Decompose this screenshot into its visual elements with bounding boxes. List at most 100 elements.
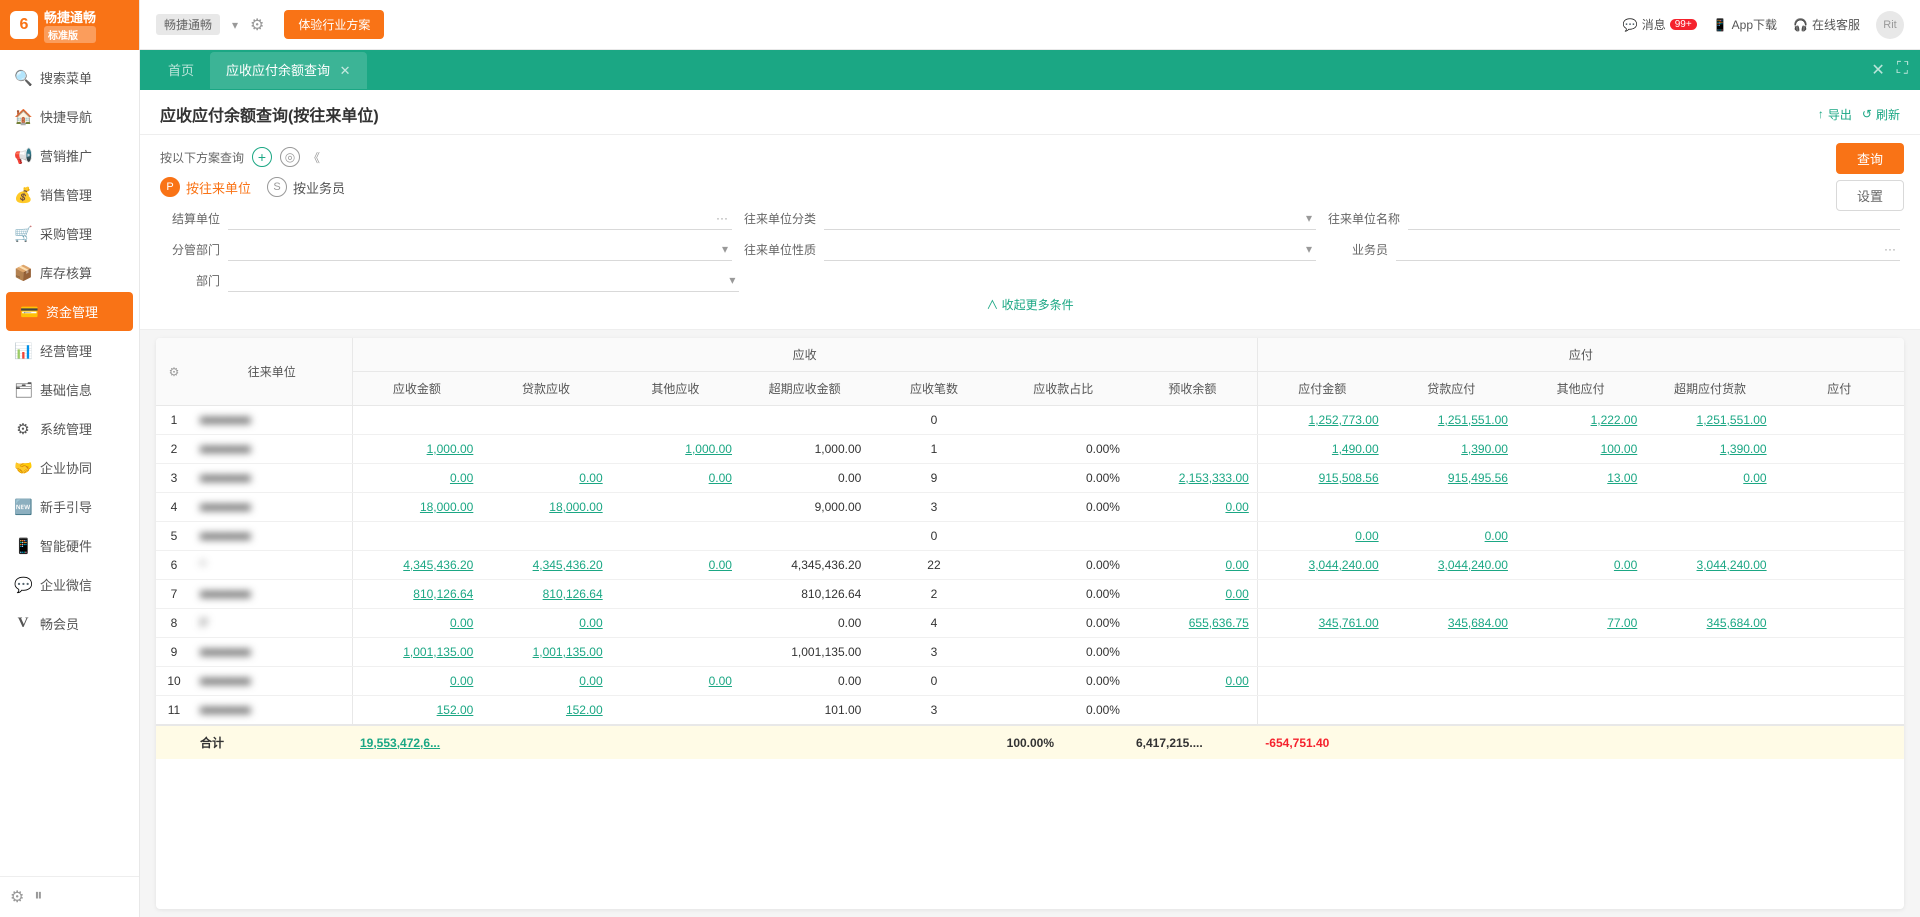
sidebar-item-label: 资金管理 — [46, 302, 98, 321]
sidebar-item-vip[interactable]: V 畅会员 — [0, 604, 139, 643]
footer-rec-ratio: 100.00% — [999, 725, 1128, 759]
collab-icon: 🤝 — [14, 459, 32, 477]
vip-icon: V — [14, 615, 32, 632]
breadcrumb-text: 畅捷通畅 — [156, 14, 220, 35]
salesman-dots: ··· — [1884, 242, 1896, 256]
tab-query[interactable]: 应收应付余额查询 ✕ — [210, 52, 367, 89]
page-content: 应收应付余额查询(按往来单位) ↑ 导出 ↺ 刷新 按以下方案查询 + ◎ 《 — [140, 90, 1920, 917]
hardware-icon: 📱 — [14, 537, 32, 555]
sidebar-item-label: 畅会员 — [40, 614, 79, 633]
cell-no: 4 — [156, 493, 192, 522]
bottom-settings-icon[interactable]: ⚙ — [10, 887, 24, 907]
chevron-up-icon: ∧ — [986, 298, 998, 312]
cell-no: 8 — [156, 609, 192, 638]
footer-label: 合计 — [192, 725, 352, 759]
sidebar-item-search[interactable]: 🔍 搜索菜单 — [0, 58, 139, 97]
filter-add-button[interactable]: + — [252, 147, 272, 167]
collapse-bar[interactable]: ∧ 收起更多条件 — [160, 292, 1900, 317]
filter-row-3: 部门 ▾ — [160, 269, 1900, 292]
th-rec-count: 应收笔数 — [869, 372, 998, 406]
dept-select[interactable]: ▾ — [228, 269, 739, 292]
partner-category-label: 往来单位分类 — [744, 210, 816, 227]
partner-nature-select[interactable]: ▾ — [824, 238, 1316, 261]
partner-category-select[interactable]: ▾ — [824, 207, 1316, 230]
partner-name-input[interactable] — [1408, 207, 1900, 230]
sidebar-item-quicknav[interactable]: 🏠 快捷导航 — [0, 97, 139, 136]
th-rec-overdue: 超期应收金额 — [740, 372, 869, 406]
salesman-input[interactable]: ··· — [1396, 238, 1900, 261]
th-rec-loan: 贷款应收 — [481, 372, 610, 406]
sidebar-item-label: 经营管理 — [40, 341, 92, 360]
sidebar-item-hardware[interactable]: 📱 智能硬件 — [0, 526, 139, 565]
footer-rec-other — [611, 725, 740, 759]
footer-rec-amount[interactable]: 19,553,472,6... — [352, 725, 481, 759]
sidebar-item-wechat[interactable]: 💬 企业微信 — [0, 565, 139, 604]
logo-icon: 6 — [10, 11, 38, 39]
footer-pay-extra — [1775, 725, 1904, 759]
table-row: 6^4,345,436.204,345,436.200.004,345,436.… — [156, 551, 1904, 580]
tab-home[interactable]: 首页 — [152, 52, 210, 89]
marketing-icon: 📢 — [14, 147, 32, 165]
filter-collapse-button[interactable]: 《 — [308, 149, 320, 166]
cell-no: 10 — [156, 667, 192, 696]
sidebar-item-sales[interactable]: 💰 销售管理 — [0, 175, 139, 214]
th-pay-overdue: 超期应付货款 — [1645, 372, 1774, 406]
footer-rec-count — [869, 725, 998, 759]
tabbar: 首页 应收应付余额查询 ✕ ✕ ⛶ — [140, 50, 1920, 90]
cta-button[interactable]: 体验行业方案 — [284, 10, 384, 39]
notifications-item[interactable]: 💬 消息 99+ — [1623, 16, 1697, 33]
breadcrumb-arrow[interactable]: ▾ — [232, 18, 238, 32]
sidebar-item-purchase[interactable]: 🛒 采购管理 — [0, 214, 139, 253]
app-name: 畅捷通畅 — [44, 7, 96, 26]
sidebar-item-label: 库存核算 — [40, 263, 92, 282]
th-pay-extra: 应付 — [1775, 372, 1904, 406]
cell-no: 9 — [156, 638, 192, 667]
refresh-button[interactable]: ↺ 刷新 — [1862, 106, 1900, 123]
close-window-icon[interactable]: ✕ — [1871, 60, 1884, 80]
cell-partner: P — [192, 609, 352, 638]
home-icon: 🏠 — [14, 108, 32, 126]
page-actions: ↑ 导出 ↺ 刷新 — [1818, 106, 1900, 123]
sidebar-item-system[interactable]: ⚙ 系统管理 — [0, 409, 139, 448]
filter-label: 按以下方案查询 — [160, 149, 244, 166]
customer-service-item[interactable]: 🎧 在线客服 — [1793, 16, 1860, 33]
partner-category-arrow: ▾ — [1306, 211, 1312, 225]
app-download-item[interactable]: 📱 App下载 — [1713, 16, 1777, 33]
expand-icon[interactable]: ⛶ — [1897, 60, 1908, 80]
filter-option-partner[interactable]: P 按往来单位 — [160, 177, 251, 197]
sidebar-item-label: 采购管理 — [40, 224, 92, 243]
table-settings-icon[interactable]: ⚙ — [169, 365, 180, 379]
footer-rec-prepay: 6,417,215.... — [1128, 725, 1257, 759]
filter-section: 按以下方案查询 + ◎ 《 P 按往来单位 S 按业务员 结算 — [140, 135, 1920, 330]
refresh-icon: ↺ — [1862, 107, 1872, 121]
settings-gear-icon[interactable]: ⚙ — [250, 15, 264, 35]
basic-icon: 🗂 — [14, 381, 32, 399]
filter-option-salesman[interactable]: S 按业务员 — [267, 177, 345, 197]
footer-pay-other — [1516, 725, 1645, 759]
app-logo: 6 畅捷通畅 标准版 — [0, 0, 139, 50]
sidebar-item-basic[interactable]: 🗂 基础信息 — [0, 370, 139, 409]
cell-partner: ■■■■■■■ — [192, 435, 352, 464]
bottom-collapse-icon[interactable]: ⏸ — [34, 887, 42, 907]
sidebar-item-marketing[interactable]: 📢 营销推广 — [0, 136, 139, 175]
settlement-input[interactable]: ··· — [228, 207, 732, 230]
export-label: 导出 — [1828, 106, 1852, 123]
filter-field-partner-category: 往来单位分类 ▾ — [744, 207, 1316, 230]
branch-dept-select[interactable]: ▾ — [228, 238, 732, 261]
sidebar-item-collab[interactable]: 🤝 企业协同 — [0, 448, 139, 487]
table-row: 3■■■■■■■0.000.000.000.0090.00%2,153,333.… — [156, 464, 1904, 493]
settings-button[interactable]: 设置 — [1836, 180, 1904, 211]
tab-close-icon[interactable]: ✕ — [340, 63, 351, 78]
sidebar-item-finance[interactable]: 💳 资金管理 — [6, 292, 133, 331]
user-avatar[interactable]: Rit — [1876, 11, 1904, 39]
query-button[interactable]: 查询 — [1836, 143, 1904, 174]
sidebar-item-inventory[interactable]: 📦 库存核算 — [0, 253, 139, 292]
filter-field-salesman: 业务员 ··· — [1328, 238, 1900, 261]
sidebar-item-operations[interactable]: 📊 经营管理 — [0, 331, 139, 370]
sidebar-item-guide[interactable]: 🆕 新手引导 — [0, 487, 139, 526]
footer-no — [156, 725, 192, 759]
branch-dept-arrow: ▾ — [722, 242, 728, 256]
filter-target-button[interactable]: ◎ — [280, 147, 300, 167]
sidebar-item-label: 系统管理 — [40, 419, 92, 438]
export-button[interactable]: ↑ 导出 — [1818, 106, 1852, 123]
